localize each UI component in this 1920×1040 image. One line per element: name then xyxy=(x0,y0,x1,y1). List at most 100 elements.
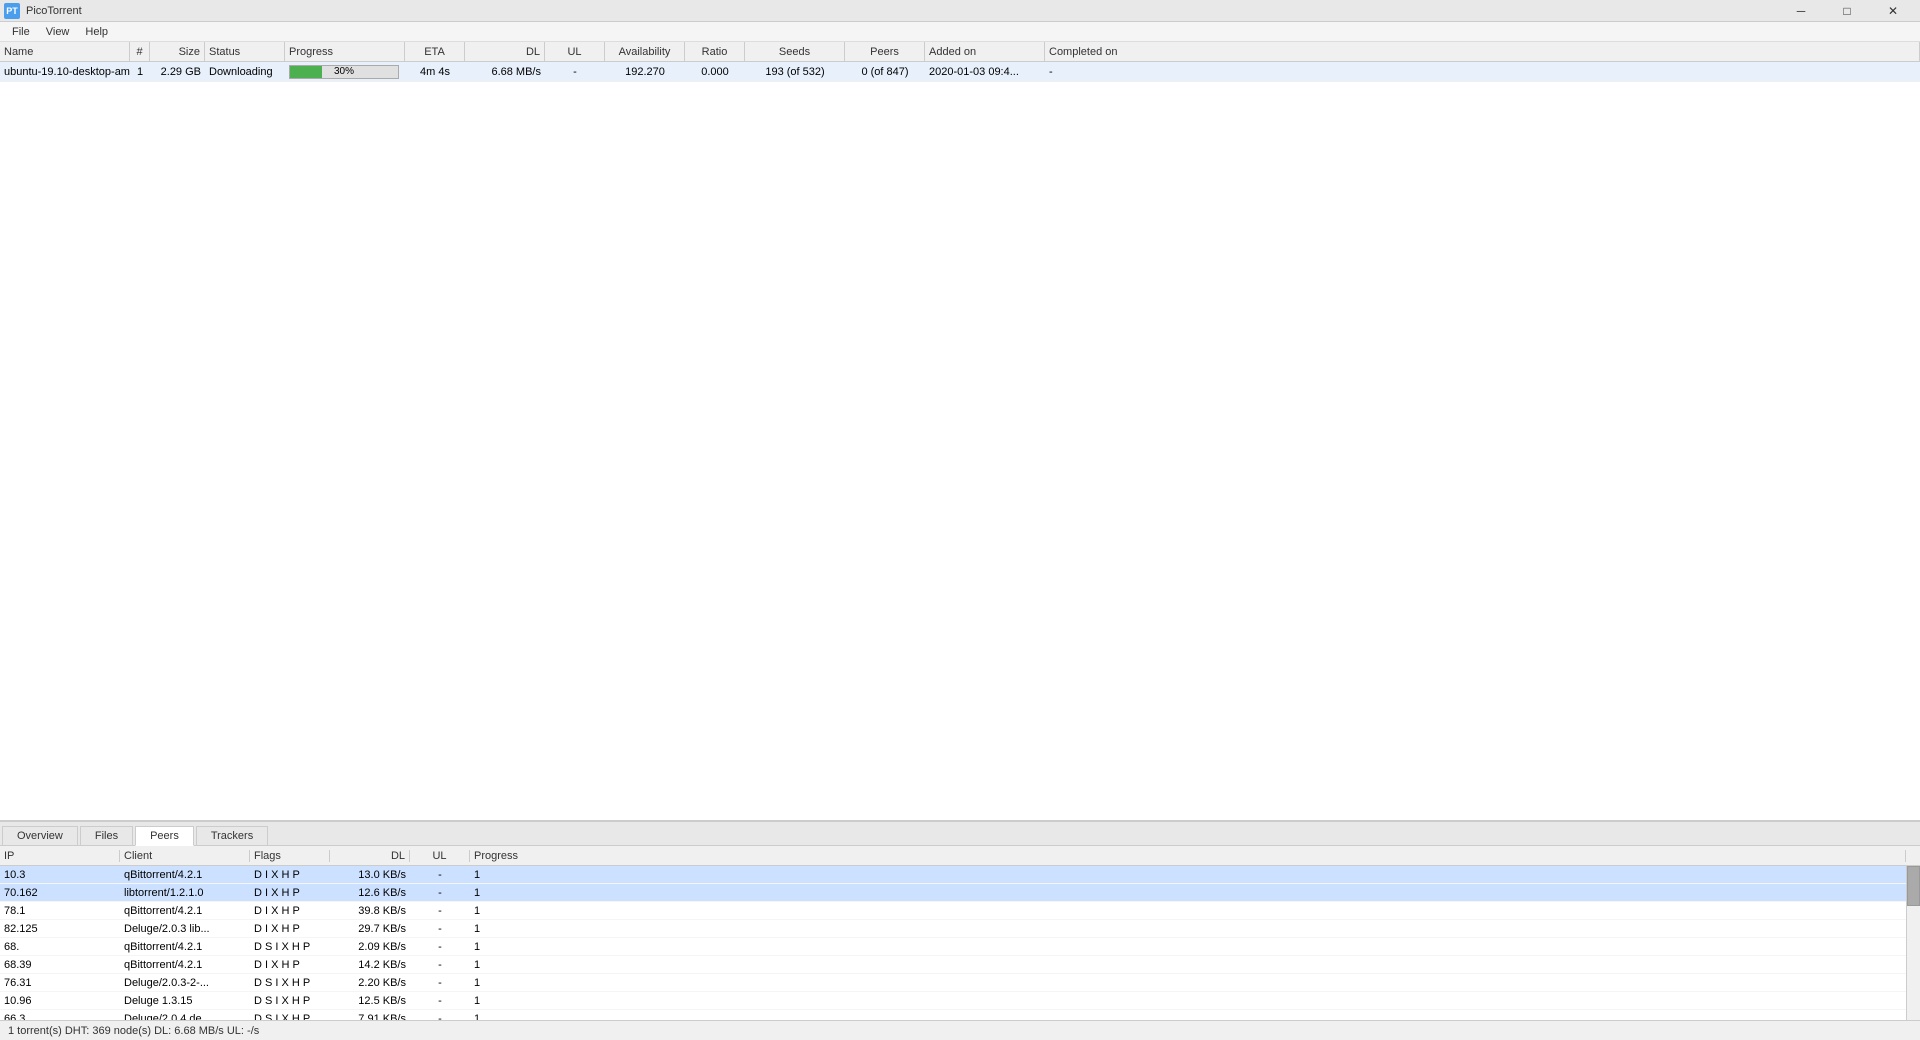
peer-client: qBittorrent/4.2.1 xyxy=(120,902,250,919)
list-item[interactable]: 68.39 qBittorrent/4.2.1 D I X H P 14.2 K… xyxy=(0,956,1906,974)
peer-ul: - xyxy=(410,992,470,1009)
torrent-list: ubuntu-19.10-desktop-am... 1 2.29 GB Dow… xyxy=(0,62,1920,820)
torrent-name: ubuntu-19.10-desktop-am... xyxy=(0,62,130,81)
tab-files[interactable]: Files xyxy=(80,826,133,845)
peer-progress: 1 xyxy=(470,920,1906,937)
torrent-dl: 6.68 MB/s xyxy=(465,62,545,81)
header-seeds[interactable]: Seeds xyxy=(745,42,845,61)
peer-flags: D I X H P xyxy=(250,920,330,937)
peer-progress: 1 xyxy=(470,866,1906,883)
peer-flags: D S I X H P xyxy=(250,992,330,1009)
header-ratio[interactable]: Ratio xyxy=(685,42,745,61)
peer-ip: 66.3 xyxy=(0,1010,120,1020)
list-item[interactable]: 82.125 Deluge/2.0.3 lib... D I X H P 29.… xyxy=(0,920,1906,938)
tab-trackers[interactable]: Trackers xyxy=(196,826,268,845)
peer-client: qBittorrent/4.2.1 xyxy=(120,866,250,883)
torrent-availability: 192.270 xyxy=(605,62,685,81)
menu-view[interactable]: View xyxy=(38,24,78,40)
peer-flags: D S I X H P xyxy=(250,1010,330,1020)
peer-client: qBittorrent/4.2.1 xyxy=(120,938,250,955)
peer-ip: 76.31 xyxy=(0,974,120,991)
peer-flags: D I X H P xyxy=(250,956,330,973)
peer-dl: 14.2 KB/s xyxy=(330,956,410,973)
peers-scrollbar[interactable] xyxy=(1906,866,1920,1020)
scrollbar-thumb[interactable] xyxy=(1907,866,1920,906)
header-name[interactable]: Name xyxy=(0,42,130,61)
torrent-ratio: 0.000 xyxy=(685,62,745,81)
bottom-panel: Overview Files Peers Trackers IP Client … xyxy=(0,820,1920,1020)
peer-ul: - xyxy=(410,902,470,919)
peer-ul: - xyxy=(410,956,470,973)
peer-progress: 1 xyxy=(470,1010,1906,1020)
header-size[interactable]: Size xyxy=(150,42,205,61)
peer-client: Deluge/2.0.3 lib... xyxy=(120,920,250,937)
torrent-table-header: Name # Size Status Progress ETA DL UL Av… xyxy=(0,42,1920,62)
peers-header-flags[interactable]: Flags xyxy=(250,850,330,862)
peer-flags: D I X H P xyxy=(250,866,330,883)
peer-ip: 68. xyxy=(0,938,120,955)
torrent-completed-on: - xyxy=(1045,62,1920,81)
peer-flags: D S I X H P xyxy=(250,974,330,991)
menu-bar: File View Help xyxy=(0,22,1920,42)
tab-overview[interactable]: Overview xyxy=(2,826,78,845)
header-added-on[interactable]: Added on xyxy=(925,42,1045,61)
peer-ul: - xyxy=(410,920,470,937)
peer-dl: 39.8 KB/s xyxy=(330,902,410,919)
peer-dl: 7.91 KB/s xyxy=(330,1010,410,1020)
header-completed-on[interactable]: Completed on xyxy=(1045,42,1920,61)
list-item[interactable]: 70.162 libtorrent/1.2.1.0 D I X H P 12.6… xyxy=(0,884,1906,902)
header-progress[interactable]: Progress xyxy=(285,42,405,61)
peer-ul: - xyxy=(410,938,470,955)
peer-client: Deluge/2.0.4.de... xyxy=(120,1010,250,1020)
list-item[interactable]: 66.3 Deluge/2.0.4.de... D S I X H P 7.91… xyxy=(0,1010,1906,1020)
list-item[interactable]: 78.1 qBittorrent/4.2.1 D I X H P 39.8 KB… xyxy=(0,902,1906,920)
peers-panel: IP Client Flags DL UL Progress 10.3 qBit… xyxy=(0,846,1920,1020)
peer-flags: D I X H P xyxy=(250,884,330,901)
peer-client: Deluge/2.0.3-2-... xyxy=(120,974,250,991)
peer-client: libtorrent/1.2.1.0 xyxy=(120,884,250,901)
progress-bar: 30% xyxy=(289,65,399,79)
header-ul[interactable]: UL xyxy=(545,42,605,61)
title-bar: PT PicoTorrent ─ □ ✕ xyxy=(0,0,1920,22)
peer-ip: 70.162 xyxy=(0,884,120,901)
header-status[interactable]: Status xyxy=(205,42,285,61)
app-title: PicoTorrent xyxy=(26,5,82,17)
status-text: 1 torrent(s) DHT: 369 node(s) DL: 6.68 M… xyxy=(8,1025,259,1037)
peers-header-ip[interactable]: IP xyxy=(0,850,120,862)
tab-peers[interactable]: Peers xyxy=(135,826,194,846)
close-button[interactable]: ✕ xyxy=(1870,0,1916,22)
peer-ip: 10.96 xyxy=(0,992,120,1009)
maximize-button[interactable]: □ xyxy=(1824,0,1870,22)
header-hash[interactable]: # xyxy=(130,42,150,61)
list-item[interactable]: 68. qBittorrent/4.2.1 D S I X H P 2.09 K… xyxy=(0,938,1906,956)
peers-header-ul[interactable]: UL xyxy=(410,850,470,862)
peer-ip: 68.39 xyxy=(0,956,120,973)
peer-ip: 10.3 xyxy=(0,866,120,883)
peer-dl: 12.6 KB/s xyxy=(330,884,410,901)
menu-file[interactable]: File xyxy=(4,24,38,40)
menu-help[interactable]: Help xyxy=(77,24,116,40)
peers-header-progress[interactable]: Progress xyxy=(470,850,1906,862)
list-item[interactable]: 10.96 Deluge 1.3.15 D S I X H P 12.5 KB/… xyxy=(0,992,1906,1010)
peers-header-client[interactable]: Client xyxy=(120,850,250,862)
header-availability[interactable]: Availability xyxy=(605,42,685,61)
peer-dl: 29.7 KB/s xyxy=(330,920,410,937)
header-dl[interactable]: DL xyxy=(465,42,545,61)
list-item[interactable]: 10.3 qBittorrent/4.2.1 D I X H P 13.0 KB… xyxy=(0,866,1906,884)
torrent-ul: - xyxy=(545,62,605,81)
peers-table-header: IP Client Flags DL UL Progress xyxy=(0,846,1920,866)
tabs-bar: Overview Files Peers Trackers xyxy=(0,822,1920,846)
peers-header-dl[interactable]: DL xyxy=(330,850,410,862)
header-peers[interactable]: Peers xyxy=(845,42,925,61)
minimize-button[interactable]: ─ xyxy=(1778,0,1824,22)
peer-progress: 1 xyxy=(470,992,1906,1009)
torrent-size: 2.29 GB xyxy=(150,62,205,81)
header-eta[interactable]: ETA xyxy=(405,42,465,61)
peer-client: qBittorrent/4.2.1 xyxy=(120,956,250,973)
peer-dl: 2.20 KB/s xyxy=(330,974,410,991)
torrent-peers: 0 (of 847) xyxy=(845,62,925,81)
table-row[interactable]: ubuntu-19.10-desktop-am... 1 2.29 GB Dow… xyxy=(0,62,1920,82)
list-item[interactable]: 76.31 Deluge/2.0.3-2-... D S I X H P 2.2… xyxy=(0,974,1906,992)
peer-dl: 13.0 KB/s xyxy=(330,866,410,883)
torrent-added-on: 2020-01-03 09:4... xyxy=(925,62,1045,81)
